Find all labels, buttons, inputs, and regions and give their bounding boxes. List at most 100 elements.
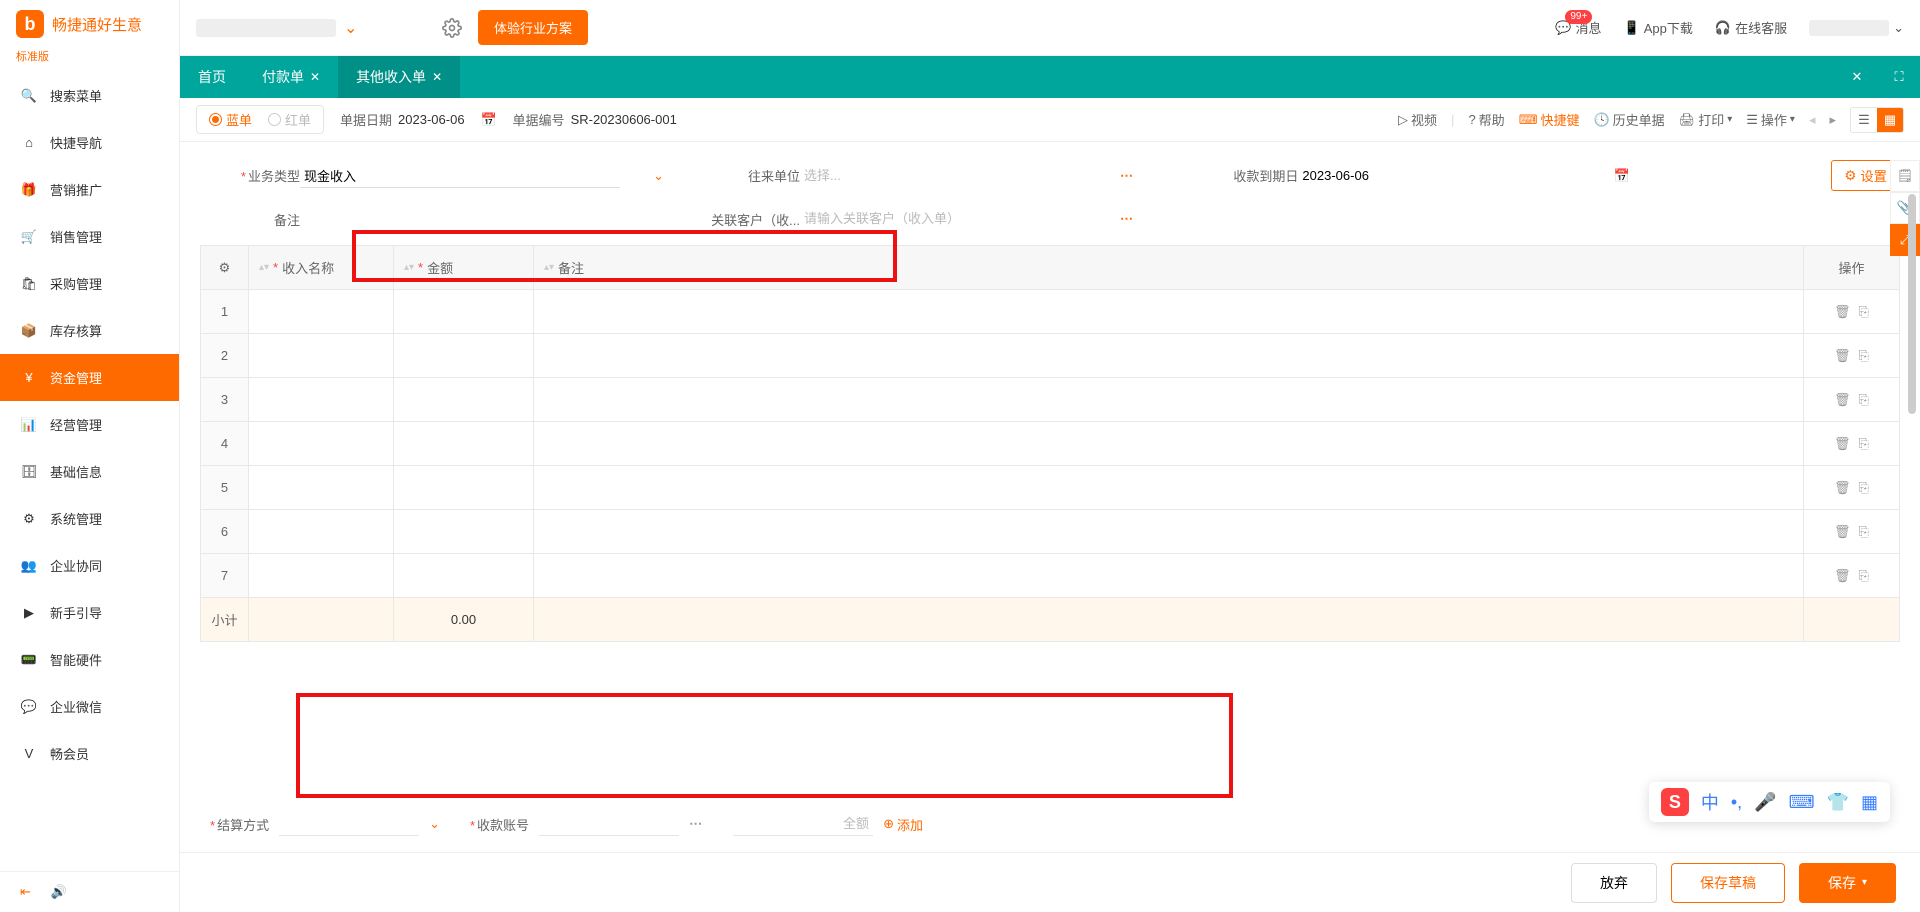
cell-remark[interactable]	[534, 378, 1804, 422]
delete-icon[interactable]: 🗑	[1834, 304, 1851, 319]
bill-date-value[interactable]: 2023-06-06	[398, 112, 465, 127]
cell-amount[interactable]	[394, 466, 534, 510]
account-menu[interactable]: ⌄	[1809, 20, 1904, 36]
cell-remark[interactable]	[534, 422, 1804, 466]
settle-account-input[interactable]	[539, 812, 679, 836]
copy-icon[interactable]: ⎘	[1859, 568, 1869, 583]
table-row[interactable]: 5🗑⎘	[201, 466, 1900, 510]
messages-button[interactable]: 💬 消息 99+	[1555, 18, 1601, 37]
radio-blue[interactable]: 蓝单	[209, 110, 252, 129]
tab-close-all-icon[interactable]: ✕	[1836, 56, 1878, 98]
tab-0[interactable]: 首页	[180, 56, 244, 98]
account-lookup-icon[interactable]: ⋯	[689, 816, 703, 832]
sidebar-item-4[interactable]: 🛍采购管理	[0, 260, 179, 307]
partner-lookup-icon[interactable]: ⋯	[1120, 168, 1134, 184]
delete-icon[interactable]: 🗑	[1834, 524, 1851, 539]
ime-skin-icon[interactable]: 👕	[1827, 792, 1849, 813]
sidebar-item-7[interactable]: 📊经营管理	[0, 401, 179, 448]
cell-remark[interactable]	[534, 554, 1804, 598]
cell-income-name[interactable]	[249, 510, 394, 554]
view-list-icon[interactable]: ☰	[1851, 108, 1877, 132]
remark-input[interactable]	[300, 207, 620, 231]
shortcut-button[interactable]: ⌨快捷键	[1519, 110, 1580, 129]
app-download-button[interactable]: 📱 App下载	[1624, 18, 1693, 37]
delete-icon[interactable]: 🗑	[1834, 568, 1851, 583]
cell-amount[interactable]	[394, 510, 534, 554]
sidebar-sound-icon[interactable]: 🔊	[51, 884, 67, 900]
cell-income-name[interactable]	[249, 378, 394, 422]
view-form-icon[interactable]: ▦	[1877, 108, 1903, 132]
gear-icon[interactable]	[442, 18, 462, 38]
settle-amount-input[interactable]	[733, 812, 873, 836]
cell-amount[interactable]	[394, 290, 534, 334]
chevron-down-icon[interactable]: ⌄	[429, 816, 440, 832]
th-income-name[interactable]: ▴▾*收入名称	[249, 246, 394, 290]
settle-method-input[interactable]	[279, 812, 419, 836]
sidebar-item-6[interactable]: ¥资金管理	[0, 354, 179, 401]
table-row[interactable]: 6🗑⎘	[201, 510, 1900, 554]
radio-red[interactable]: 红单	[268, 110, 311, 129]
close-icon[interactable]: ✕	[432, 56, 442, 98]
delete-icon[interactable]: 🗑	[1834, 480, 1851, 495]
cell-remark[interactable]	[534, 334, 1804, 378]
copy-icon[interactable]: ⎘	[1859, 480, 1869, 495]
cell-income-name[interactable]	[249, 334, 394, 378]
copy-icon[interactable]: ⎘	[1859, 392, 1869, 407]
cell-amount[interactable]	[394, 554, 534, 598]
video-button[interactable]: ▷视频	[1398, 110, 1437, 129]
table-row[interactable]: 7🗑⎘	[201, 554, 1900, 598]
ime-punct-icon[interactable]: •,	[1731, 792, 1742, 813]
cell-amount[interactable]	[394, 334, 534, 378]
org-selector[interactable]: ⌄	[196, 18, 436, 38]
tab-2[interactable]: 其他收入单✕	[338, 56, 460, 98]
close-icon[interactable]: ✕	[310, 56, 320, 98]
sidebar-item-3[interactable]: 🛒销售管理	[0, 213, 179, 260]
sidebar-item-13[interactable]: 💬企业微信	[0, 683, 179, 730]
cell-income-name[interactable]	[249, 554, 394, 598]
calendar-icon[interactable]: 📅	[1614, 168, 1630, 184]
th-amount[interactable]: ▴▾*金额	[394, 246, 534, 290]
sidebar-item-10[interactable]: 👥企业协同	[0, 542, 179, 589]
add-settlement-button[interactable]: ⊕ 添加	[883, 815, 923, 834]
cell-remark[interactable]	[534, 290, 1804, 334]
save-button[interactable]: 保存 ▾	[1799, 863, 1896, 903]
cell-remark[interactable]	[534, 510, 1804, 554]
cell-income-name[interactable]	[249, 422, 394, 466]
copy-icon[interactable]: ⎘	[1859, 436, 1869, 451]
cell-income-name[interactable]	[249, 466, 394, 510]
ime-mic-icon[interactable]: 🎤	[1754, 792, 1776, 813]
biz-type-input[interactable]	[300, 164, 620, 188]
delete-icon[interactable]: 🗑	[1834, 392, 1851, 407]
cta-button[interactable]: 体验行业方案	[478, 10, 588, 45]
sidebar-item-0[interactable]: 🔍搜索菜单	[0, 72, 179, 119]
copy-icon[interactable]: ⎘	[1859, 304, 1869, 319]
save-draft-button[interactable]: 保存草稿	[1671, 863, 1785, 903]
cell-income-name[interactable]	[249, 290, 394, 334]
support-button[interactable]: 🎧 在线客服	[1715, 18, 1787, 37]
prev-button[interactable]: ◂	[1809, 112, 1816, 128]
print-button[interactable]: 🖨打印▾	[1679, 110, 1733, 129]
sidebar-item-5[interactable]: 📦库存核算	[0, 307, 179, 354]
ime-toolbox-icon[interactable]: ▦	[1861, 792, 1878, 813]
sidebar-collapse-icon[interactable]: ⇤	[20, 884, 31, 900]
sidebar-item-11[interactable]: ▶新手引导	[0, 589, 179, 636]
ime-lang-button[interactable]: 中	[1701, 789, 1719, 815]
copy-icon[interactable]: ⎘	[1859, 524, 1869, 539]
rel-customer-lookup-icon[interactable]: ⋯	[1120, 211, 1134, 227]
cell-amount[interactable]	[394, 378, 534, 422]
sidebar-item-12[interactable]: 📟智能硬件	[0, 636, 179, 683]
th-gear[interactable]: ⚙	[201, 246, 249, 290]
sidebar-item-14[interactable]: V畅会员	[0, 730, 179, 777]
cell-remark[interactable]	[534, 466, 1804, 510]
next-button[interactable]: ▸	[1829, 112, 1836, 128]
ime-keyboard-icon[interactable]: ⌨	[1789, 792, 1815, 813]
delete-icon[interactable]: 🗑	[1834, 348, 1851, 363]
tab-1[interactable]: 付款单✕	[244, 56, 338, 98]
sidebar-item-1[interactable]: ⌂快捷导航	[0, 119, 179, 166]
rel-customer-input[interactable]	[800, 207, 1120, 231]
chevron-down-icon[interactable]: ⌄	[653, 168, 664, 184]
tab-fullscreen-icon[interactable]: ⛶	[1878, 56, 1920, 98]
sidebar-item-9[interactable]: ⚙系统管理	[0, 495, 179, 542]
table-row[interactable]: 2🗑⎘	[201, 334, 1900, 378]
partner-input[interactable]	[800, 164, 1120, 188]
